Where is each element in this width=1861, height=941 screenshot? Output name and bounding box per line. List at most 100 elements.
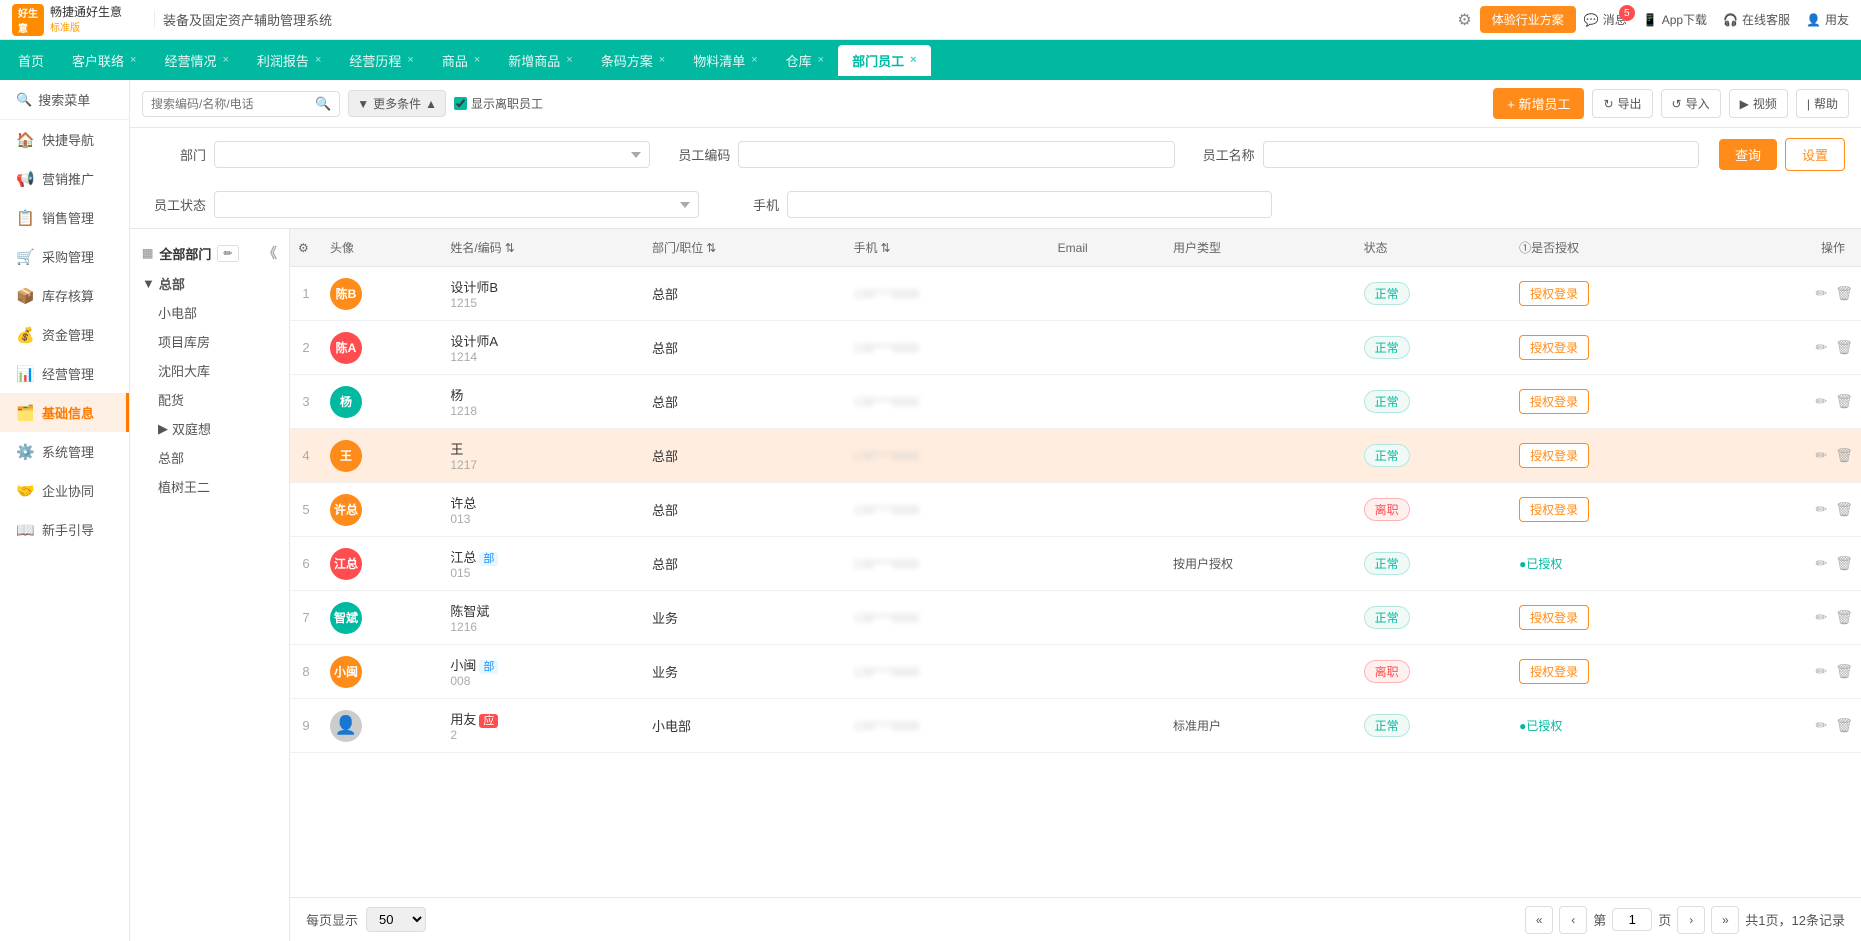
dept-filter-select[interactable]	[214, 141, 650, 168]
auth-login-button[interactable]: 授权登录	[1519, 335, 1589, 360]
delete-button[interactable]: 🗑	[1835, 717, 1853, 734]
settings-icon[interactable]: ⚙	[1457, 10, 1471, 30]
th-name[interactable]: 姓名/编码 ⇅	[442, 229, 644, 267]
delete-button[interactable]: 🗑	[1835, 663, 1853, 680]
last-page-button[interactable]: »	[1711, 906, 1739, 934]
emp-status-select[interactable]	[214, 191, 699, 218]
close-icon[interactable]: ×	[910, 54, 916, 66]
show-resigned-label[interactable]: 显示离职员工	[454, 95, 543, 112]
edit-button[interactable]: ✏	[1815, 609, 1827, 626]
settings-button[interactable]: 设置	[1785, 138, 1845, 171]
collapse-icon[interactable]: 《	[263, 243, 277, 263]
show-resigned-checkbox[interactable]	[454, 97, 467, 110]
sidebar-item-sales[interactable]: 📋 销售管理	[0, 198, 129, 237]
search-input[interactable]	[151, 97, 311, 111]
page-size-select[interactable]: 10 20 50 100	[366, 907, 426, 932]
sidebar-item-system[interactable]: ⚙️ 系统管理	[0, 432, 129, 471]
sidebar-item-operations[interactable]: 📊 经营管理	[0, 354, 129, 393]
emp-name-input[interactable]	[1263, 141, 1699, 168]
trial-button[interactable]: 体验行业方案	[1480, 6, 1576, 33]
delete-button[interactable]: 🗑	[1835, 555, 1853, 572]
sidebar-item-guide[interactable]: 📖 新手引导	[0, 510, 129, 549]
close-icon[interactable]: ×	[659, 54, 665, 66]
auth-login-button[interactable]: 授权登录	[1519, 605, 1589, 630]
dept-tree-item-zongbu[interactable]: 总部	[130, 443, 289, 472]
close-icon[interactable]: ×	[818, 54, 824, 66]
sidebar-item-marketing[interactable]: 📢 营销推广	[0, 159, 129, 198]
close-icon[interactable]: ×	[474, 54, 480, 66]
close-icon[interactable]: ×	[566, 54, 572, 66]
prev-page-button[interactable]: ‹	[1559, 906, 1587, 934]
close-icon[interactable]: ×	[751, 54, 757, 66]
auth-login-button[interactable]: 授权登录	[1519, 443, 1589, 468]
sidebar-item-finance[interactable]: 💰 资金管理	[0, 315, 129, 354]
export-button[interactable]: ↻ 导出	[1592, 89, 1652, 118]
tab-bom[interactable]: 物料清单×	[679, 45, 771, 76]
all-dept-label[interactable]: 全部部门	[159, 244, 211, 263]
tab-add-goods[interactable]: 新增商品×	[494, 45, 586, 76]
edit-button[interactable]: ✏	[1815, 501, 1827, 518]
edit-button[interactable]: ✏	[1815, 285, 1827, 302]
sidebar-item-purchase[interactable]: 🛒 采购管理	[0, 237, 129, 276]
tab-warehouse[interactable]: 仓库×	[772, 45, 838, 76]
auth-login-button[interactable]: 授权登录	[1519, 281, 1589, 306]
dept-tree-item-xiaodibu[interactable]: ▼ 总部 小电部	[130, 298, 289, 327]
th-phone[interactable]: 手机 ⇅	[846, 229, 1050, 267]
close-icon[interactable]: ×	[407, 54, 413, 66]
search-menu[interactable]: 🔍 搜索菜单	[0, 80, 129, 120]
th-dept[interactable]: 部门/职位 ⇅	[644, 229, 846, 267]
view-button[interactable]: ▶ 视频	[1729, 89, 1788, 118]
edit-button[interactable]: ✏	[1815, 393, 1827, 410]
dept-tree-item-root[interactable]: ▼ 总部	[130, 269, 289, 298]
first-page-button[interactable]: «	[1525, 906, 1553, 934]
dept-tree-item-zhishu[interactable]: 植树王二	[130, 472, 289, 501]
close-icon[interactable]: ×	[315, 54, 321, 66]
emp-code-input[interactable]	[738, 141, 1174, 168]
dept-tree-item-shenyang[interactable]: 沈阳大库	[130, 356, 289, 385]
more-conditions-button[interactable]: ▼ 更多条件 ▲	[348, 90, 446, 117]
tab-operation[interactable]: 经营情况×	[150, 45, 242, 76]
dept-tree-item-project[interactable]: 项目库房	[130, 327, 289, 356]
delete-button[interactable]: 🗑	[1835, 609, 1853, 626]
dept-tree-item-distribution[interactable]: 配货	[130, 385, 289, 414]
sidebar-item-shortcuts[interactable]: 🏠 快捷导航	[0, 120, 129, 159]
user-action[interactable]: 👤 用友	[1806, 11, 1849, 28]
tab-customer[interactable]: 客户联络×	[58, 45, 150, 76]
dept-edit-button[interactable]: ✏	[217, 245, 238, 262]
tab-history[interactable]: 经营历程×	[335, 45, 427, 76]
edit-button[interactable]: ✏	[1815, 663, 1827, 680]
tab-department-staff[interactable]: 部门员工×	[838, 45, 930, 76]
delete-button[interactable]: 🗑	[1835, 339, 1853, 356]
auth-login-button[interactable]: 授权登录	[1519, 497, 1589, 522]
edit-button[interactable]: ✏	[1815, 339, 1827, 356]
delete-button[interactable]: 🗑	[1835, 447, 1853, 464]
page-number-input[interactable]	[1612, 908, 1652, 931]
import-button[interactable]: ↺ 导入	[1661, 89, 1721, 118]
tab-profit[interactable]: 利润报告×	[243, 45, 335, 76]
delete-button[interactable]: 🗑	[1835, 393, 1853, 410]
delete-button[interactable]: 🗑	[1835, 285, 1853, 302]
tab-goods[interactable]: 商品×	[428, 45, 494, 76]
auth-login-button[interactable]: 授权登录	[1519, 659, 1589, 684]
tab-barcode[interactable]: 条码方案×	[587, 45, 679, 76]
message-action[interactable]: 💬 消息 5	[1584, 11, 1627, 28]
close-icon[interactable]: ×	[222, 54, 228, 66]
th-settings[interactable]: ⚙	[290, 229, 322, 267]
sidebar-item-collab[interactable]: 🤝 企业协同	[0, 471, 129, 510]
phone-input[interactable]	[787, 191, 1272, 218]
app-download-action[interactable]: 📱 App下载	[1643, 11, 1707, 28]
sidebar-item-inventory[interactable]: 📦 库存核算	[0, 276, 129, 315]
tab-home[interactable]: 首页	[4, 45, 58, 76]
sidebar-item-basics[interactable]: 🗂️ 基础信息	[0, 393, 129, 432]
close-icon[interactable]: ×	[130, 54, 136, 66]
delete-button[interactable]: 🗑	[1835, 501, 1853, 518]
next-page-button[interactable]: ›	[1677, 906, 1705, 934]
dept-tree-item-shuangting[interactable]: ▶ 双庭想	[130, 414, 289, 443]
query-button[interactable]: 查询	[1719, 139, 1777, 170]
auth-login-button[interactable]: 授权登录	[1519, 389, 1589, 414]
add-employee-button[interactable]: + 新增员工	[1493, 88, 1584, 119]
edit-button[interactable]: ✏	[1815, 717, 1827, 734]
edit-button[interactable]: ✏	[1815, 555, 1827, 572]
edit-button[interactable]: ✏	[1815, 447, 1827, 464]
online-service-action[interactable]: 🎧 在线客服	[1723, 11, 1790, 28]
